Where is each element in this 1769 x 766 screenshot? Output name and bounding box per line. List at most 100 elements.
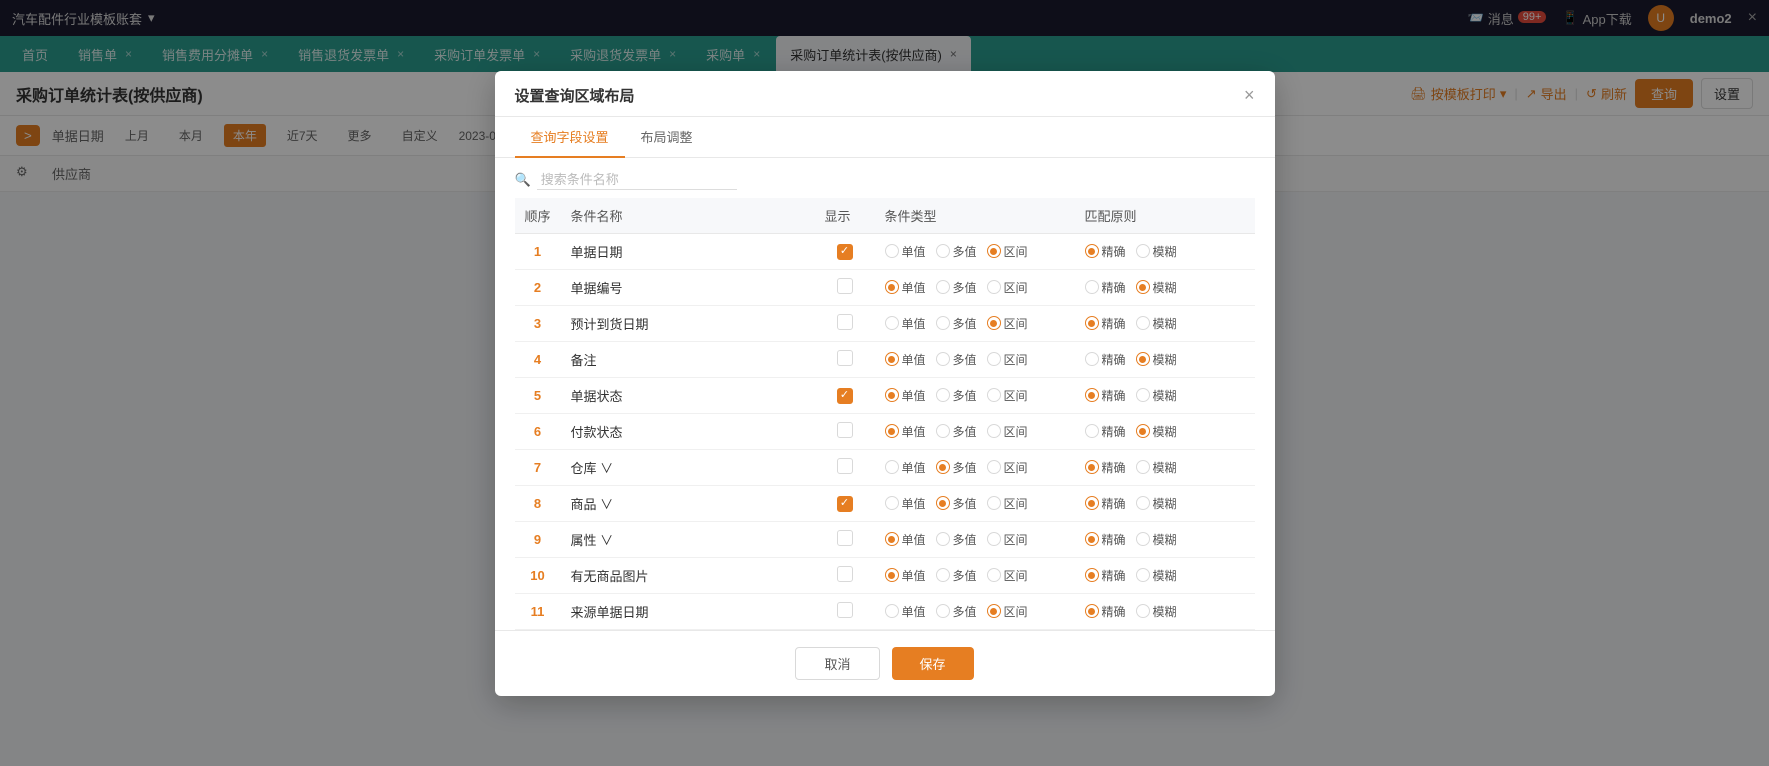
- radio-type-10-单值[interactable]: 单值: [885, 603, 926, 620]
- row-display-9[interactable]: [815, 557, 875, 593]
- cancel-button[interactable]: 取消: [795, 647, 879, 680]
- modal-table-wrap: 顺序 条件名称 显示 条件类型 匹配原则 1单据日期单值多值区间精确模糊2单据编…: [495, 198, 1275, 630]
- radio-type-1-多值[interactable]: 多值: [936, 279, 977, 296]
- radio-match-3-模糊[interactable]: 模糊: [1136, 351, 1177, 368]
- row-display-0[interactable]: [815, 233, 875, 269]
- radio-match-2-模糊[interactable]: 模糊: [1136, 315, 1177, 332]
- col-name-header: 条件名称: [561, 198, 815, 234]
- radio-type-3-多值[interactable]: 多值: [936, 351, 977, 368]
- radio-match-1-模糊[interactable]: 模糊: [1136, 279, 1177, 296]
- radio-label-match-2-精确: 精确: [1102, 315, 1126, 332]
- radio-match-2-精确[interactable]: 精确: [1085, 315, 1126, 332]
- radio-label-type-0-多值: 多值: [953, 243, 977, 260]
- radio-type-7-区间[interactable]: 区间: [987, 495, 1028, 512]
- row-display-7[interactable]: [815, 485, 875, 521]
- radio-type-6-区间[interactable]: 区间: [987, 459, 1028, 476]
- radio-circle-type-5-区间: [987, 424, 1001, 438]
- radio-type-3-单值[interactable]: 单值: [885, 351, 926, 368]
- radio-type-7-单值[interactable]: 单值: [885, 495, 926, 512]
- radio-type-4-单值[interactable]: 单值: [885, 387, 926, 404]
- radio-match-4-精确[interactable]: 精确: [1085, 387, 1126, 404]
- row-display-10[interactable]: [815, 593, 875, 629]
- radio-match-10-精确[interactable]: 精确: [1085, 603, 1126, 620]
- radio-type-8-单值[interactable]: 单值: [885, 531, 926, 548]
- radio-type-5-单值[interactable]: 单值: [885, 423, 926, 440]
- radio-match-9-模糊[interactable]: 模糊: [1136, 567, 1177, 584]
- checkbox-8[interactable]: [837, 530, 853, 546]
- radio-type-1-单值[interactable]: 单值: [885, 279, 926, 296]
- radio-type-9-多值[interactable]: 多值: [936, 567, 977, 584]
- checkbox-7[interactable]: [837, 496, 853, 512]
- row-name-9: 有无商品图片: [561, 557, 815, 593]
- radio-match-3-精确[interactable]: 精确: [1085, 351, 1126, 368]
- radio-match-5-精确[interactable]: 精确: [1085, 423, 1126, 440]
- checkbox-5[interactable]: [837, 422, 853, 438]
- radio-type-4-区间[interactable]: 区间: [987, 387, 1028, 404]
- row-display-3[interactable]: [815, 341, 875, 377]
- radio-match-4-模糊[interactable]: 模糊: [1136, 387, 1177, 404]
- radio-match-0-精确[interactable]: 精确: [1085, 243, 1126, 260]
- row-display-1[interactable]: [815, 269, 875, 305]
- row-display-4[interactable]: [815, 377, 875, 413]
- radio-label-match-10-精确: 精确: [1102, 603, 1126, 620]
- radio-label-type-4-多值: 多值: [953, 387, 977, 404]
- radio-type-0-多值[interactable]: 多值: [936, 243, 977, 260]
- row-display-6[interactable]: [815, 449, 875, 485]
- radio-circle-type-7-多值: [936, 496, 950, 510]
- radio-label-type-8-单值: 单值: [902, 531, 926, 548]
- radio-type-5-区间[interactable]: 区间: [987, 423, 1028, 440]
- row-order-4: 5: [515, 377, 561, 413]
- checkbox-6[interactable]: [837, 458, 853, 474]
- radio-type-3-区间[interactable]: 区间: [987, 351, 1028, 368]
- radio-type-5-多值[interactable]: 多值: [936, 423, 977, 440]
- radio-type-4-多值[interactable]: 多值: [936, 387, 977, 404]
- radio-label-match-4-精确: 精确: [1102, 387, 1126, 404]
- radio-type-9-单值[interactable]: 单值: [885, 567, 926, 584]
- radio-type-6-多值[interactable]: 多值: [936, 459, 977, 476]
- radio-match-8-精确[interactable]: 精确: [1085, 531, 1126, 548]
- radio-type-2-单值[interactable]: 单值: [885, 315, 926, 332]
- radio-match-5-模糊[interactable]: 模糊: [1136, 423, 1177, 440]
- radio-circle-type-4-区间: [987, 388, 1001, 402]
- radio-type-8-多值[interactable]: 多值: [936, 531, 977, 548]
- radio-label-type-7-区间: 区间: [1004, 495, 1028, 512]
- radio-type-7-多值[interactable]: 多值: [936, 495, 977, 512]
- checkbox-3[interactable]: [837, 350, 853, 366]
- radio-type-8-区间[interactable]: 区间: [987, 531, 1028, 548]
- checkbox-0[interactable]: [837, 244, 853, 260]
- checkbox-10[interactable]: [837, 602, 853, 618]
- checkbox-4[interactable]: [837, 388, 853, 404]
- search-input[interactable]: [537, 170, 737, 190]
- save-button[interactable]: 保存: [892, 647, 974, 680]
- radio-match-6-精确[interactable]: 精确: [1085, 459, 1126, 476]
- radio-type-10-区间[interactable]: 区间: [987, 603, 1028, 620]
- modal-tab-query-fields[interactable]: 查询字段设置: [515, 117, 625, 158]
- radio-match-9-精确[interactable]: 精确: [1085, 567, 1126, 584]
- row-display-8[interactable]: [815, 521, 875, 557]
- table-row: 1单据日期单值多值区间精确模糊: [515, 233, 1255, 269]
- radio-type-6-单值[interactable]: 单值: [885, 459, 926, 476]
- radio-match-7-模糊[interactable]: 模糊: [1136, 495, 1177, 512]
- radio-type-2-区间[interactable]: 区间: [987, 315, 1028, 332]
- radio-match-8-模糊[interactable]: 模糊: [1136, 531, 1177, 548]
- radio-match-7-精确[interactable]: 精确: [1085, 495, 1126, 512]
- radio-match-6-模糊[interactable]: 模糊: [1136, 459, 1177, 476]
- radio-type-1-区间[interactable]: 区间: [987, 279, 1028, 296]
- checkbox-9[interactable]: [837, 566, 853, 582]
- radio-label-match-7-模糊: 模糊: [1153, 495, 1177, 512]
- checkbox-2[interactable]: [837, 314, 853, 330]
- row-display-5[interactable]: [815, 413, 875, 449]
- checkbox-1[interactable]: [837, 278, 853, 294]
- radio-type-0-单值[interactable]: 单值: [885, 243, 926, 260]
- radio-match-0-模糊[interactable]: 模糊: [1136, 243, 1177, 260]
- row-display-2[interactable]: [815, 305, 875, 341]
- radio-type-10-多值[interactable]: 多值: [936, 603, 977, 620]
- radio-type-2-多值[interactable]: 多值: [936, 315, 977, 332]
- radio-type-0-区间[interactable]: 区间: [987, 243, 1028, 260]
- radio-type-9-区间[interactable]: 区间: [987, 567, 1028, 584]
- modal-close-button[interactable]: ×: [1244, 86, 1255, 104]
- radio-circle-type-2-单值: [885, 316, 899, 330]
- radio-match-10-模糊[interactable]: 模糊: [1136, 603, 1177, 620]
- radio-match-1-精确[interactable]: 精确: [1085, 279, 1126, 296]
- modal-tab-layout[interactable]: 布局调整: [625, 117, 709, 158]
